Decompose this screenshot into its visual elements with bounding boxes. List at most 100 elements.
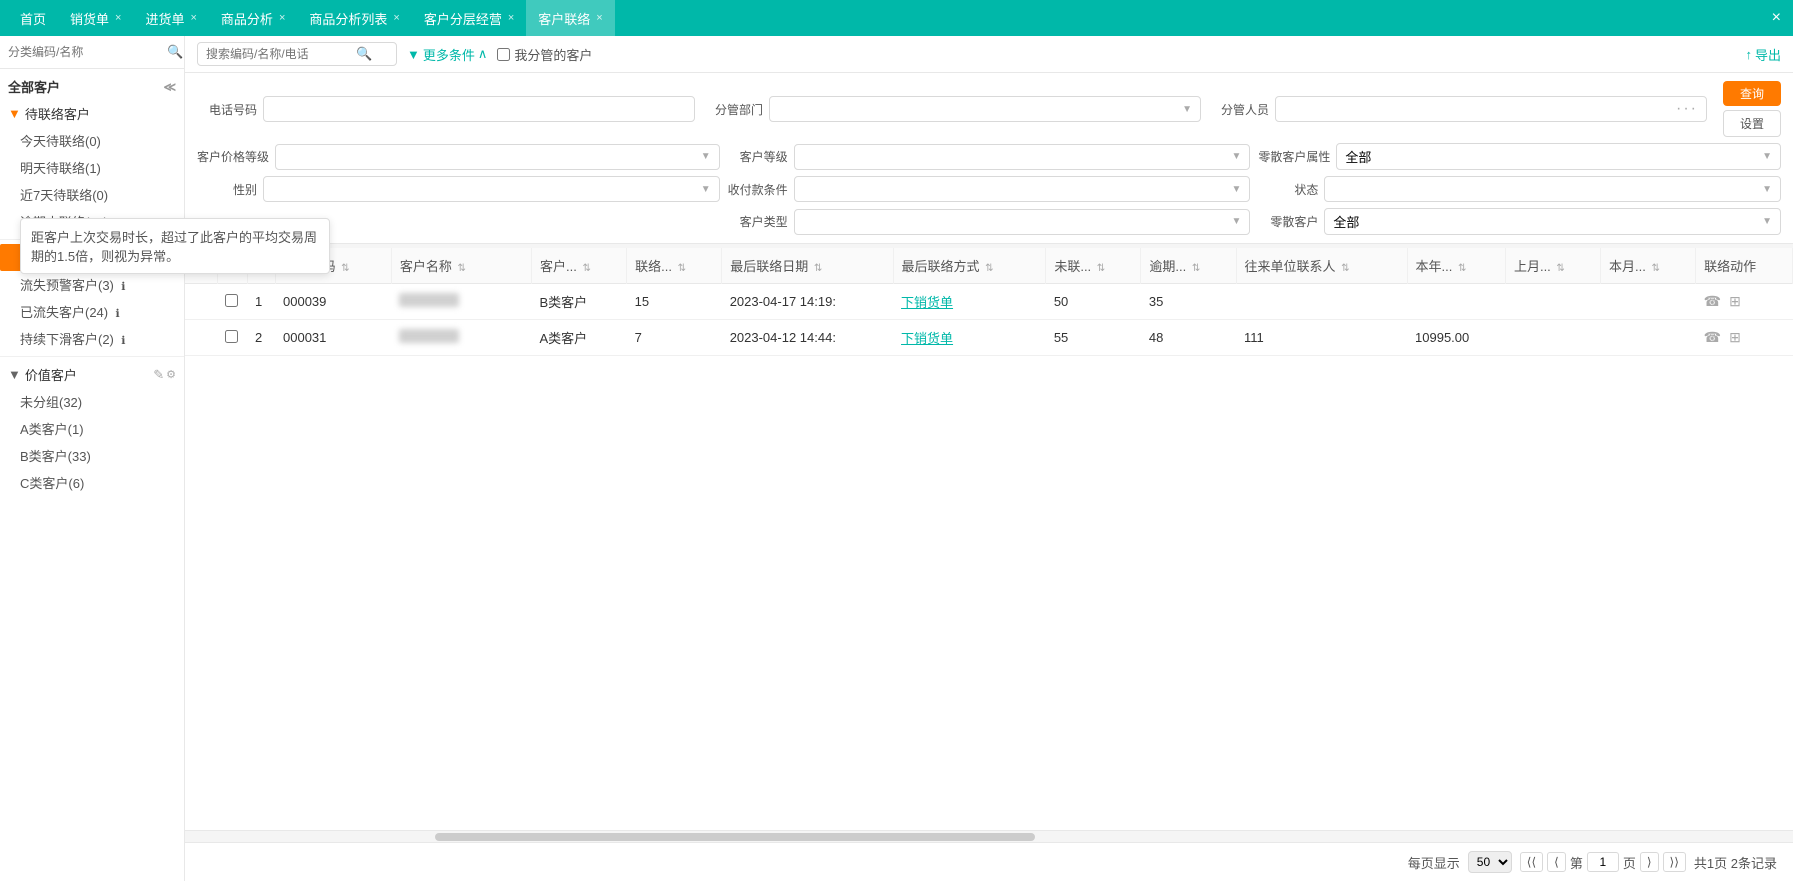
nav-item-product-analysis[interactable]: 商品分析 × <box>209 0 297 36</box>
sidebar-item-ungrouped[interactable]: 未分组(32) <box>0 388 184 415</box>
value-customer-label: 价值客户 <box>25 365 77 384</box>
nav-item-home[interactable]: 首页 <box>8 0 58 36</box>
nav-close-purchase[interactable]: × <box>190 12 196 24</box>
customer-level-select[interactable]: ▼ <box>794 144 1251 170</box>
phone-label: 电话号码 <box>197 101 257 118</box>
7days-label: 近7天待联络(0) <box>20 188 108 203</box>
table-row: 2 000031 A类客户 7 2023-04-12 14:44: 下销货单 5… <box>185 320 1793 356</box>
filter-person-field: 分管人员 ··· <box>1209 96 1707 122</box>
page-last-btn[interactable]: ⟩⟩ <box>1663 852 1686 872</box>
sidebar-item-class-b[interactable]: B类客户(33) <box>0 442 184 469</box>
sidebar-value-customers-row[interactable]: ▼ 价值客户 ✎ ⚙ <box>0 361 184 388</box>
phone-input[interactable] <box>263 96 695 122</box>
person-select[interactable]: ··· <box>1275 96 1707 122</box>
nav-item-purchase[interactable]: 进货单 × <box>133 0 208 36</box>
main-layout: 🔍 全部客户 ≪ ▼ 待联络客户 今天待联络(0) 明天待联络(1) 近7天待联… <box>0 36 1793 881</box>
th-last-month[interactable]: 上月... ⇅ <box>1505 248 1600 284</box>
nav-close-sales[interactable]: × <box>115 12 121 24</box>
row1-checkbox[interactable] <box>217 284 247 320</box>
nav-close-product-analysis-list[interactable]: × <box>393 12 399 24</box>
nav-item-product-analysis-list[interactable]: 商品分析列表 × <box>297 0 411 36</box>
row2-checkbox[interactable] <box>217 320 247 356</box>
sidebar-item-lost-pre[interactable]: 流失预警客户(3) ℹ <box>0 271 184 298</box>
th-last-contact-method[interactable]: 最后联络方式 ⇅ <box>893 248 1046 284</box>
row2-contact: 7 <box>627 320 722 356</box>
th-past-contacts-label: 往来单位联系人 <box>1245 259 1336 274</box>
sidebar-body: 全部客户 ≪ ▼ 待联络客户 今天待联络(0) 明天待联络(1) 近7天待联络(… <box>0 69 184 881</box>
main-search-icon[interactable]: 🔍 <box>356 46 372 62</box>
customer-type-select[interactable]: ▼ <box>794 209 1251 235</box>
value-settings-icon[interactable]: ⚙ <box>166 368 176 381</box>
status-select[interactable]: ▼ <box>1324 176 1781 202</box>
retail-attr-select[interactable]: 全部 ▼ <box>1336 143 1781 170</box>
sidebar-item-declining[interactable]: 持续下滑客户(2) ℹ <box>0 325 184 352</box>
nav-close-customer-segment[interactable]: × <box>508 12 514 24</box>
th-uncontacted[interactable]: 未联... ⇅ <box>1046 248 1141 284</box>
dept-select[interactable]: ▼ <box>769 96 1201 122</box>
class-a-label: A类客户(1) <box>20 422 84 437</box>
page-first-btn[interactable]: ⟨⟨ <box>1520 852 1543 872</box>
window-close-button[interactable]: × <box>1772 9 1781 27</box>
price-level-select[interactable]: ▼ <box>275 144 720 170</box>
th-contact-label: 联络... <box>635 259 672 274</box>
th-last-contact-date[interactable]: 最后联络日期 ⇅ <box>722 248 893 284</box>
row1-lcm-link[interactable]: 下销货单 <box>901 295 953 310</box>
nav-item-customer-segment[interactable]: 客户分层经营 × <box>412 0 526 36</box>
row1-grid-icon[interactable]: ⊞ <box>1729 293 1741 310</box>
payment-select[interactable]: ▼ <box>794 176 1251 202</box>
settings-button[interactable]: 设置 <box>1723 110 1781 137</box>
page-next-btn[interactable]: ⟩ <box>1640 852 1659 872</box>
query-button[interactable]: 查询 <box>1723 81 1781 106</box>
sidebar-item-tomorrow[interactable]: 明天待联络(1) <box>0 154 184 181</box>
price-level-arrow-icon: ▼ <box>701 151 711 162</box>
sidebar-item-class-c[interactable]: C类客户(6) <box>0 469 184 496</box>
nav-label-purchase: 进货单 <box>145 9 184 28</box>
th-this-month[interactable]: 本月... ⇅ <box>1601 248 1696 284</box>
horizontal-scrollbar[interactable] <box>185 830 1793 842</box>
main-search-box: 🔍 <box>197 42 397 66</box>
th-overdue[interactable]: 逾期... ⇅ <box>1141 248 1236 284</box>
page-prev-btn[interactable]: ⟨ <box>1547 852 1566 872</box>
row2-lcm-link[interactable]: 下销货单 <box>901 331 953 346</box>
per-page-label: 每页显示 <box>1408 853 1460 872</box>
my-customers-checkbox-row[interactable]: 我分管的客户 <box>497 45 592 64</box>
dept-arrow-icon: ▼ <box>1182 104 1192 115</box>
sidebar-collapse-icon[interactable]: ≪ <box>163 80 176 94</box>
nav-item-customer-contact[interactable]: 客户联络 × <box>526 0 614 36</box>
status-arrow-icon: ▼ <box>1762 184 1772 195</box>
gender-select[interactable]: ▼ <box>263 176 720 202</box>
nav-item-sales[interactable]: 销货单 × <box>58 0 133 36</box>
th-type[interactable]: 客户... ⇅ <box>532 248 627 284</box>
sidebar-item-already-lost[interactable]: 已流失客户(24) ℹ <box>0 298 184 325</box>
page-label: 第 <box>1570 853 1583 872</box>
th-contact[interactable]: 联络... ⇅ <box>627 248 722 284</box>
nav-close-customer-contact[interactable]: × <box>596 12 602 24</box>
row1-overdue: 35 <box>1141 284 1236 320</box>
sidebar-item-today[interactable]: 今天待联络(0) <box>0 127 184 154</box>
row2-grid-icon[interactable]: ⊞ <box>1729 329 1741 346</box>
retail-attr-value: 全部 <box>1345 147 1371 166</box>
code-sort-icon: ⇅ <box>341 263 349 274</box>
export-btn[interactable]: ↑ 导出 <box>1745 45 1781 64</box>
per-page-select[interactable]: 50 <box>1468 851 1512 873</box>
value-edit-icon[interactable]: ✎ <box>153 367 164 383</box>
sidebar-search-icon[interactable]: 🔍 <box>167 44 183 60</box>
retail-customer-select[interactable]: 全部 ▼ <box>1324 208 1781 235</box>
sidebar-search-input[interactable] <box>8 45 163 59</box>
th-this-year[interactable]: 本年... ⇅ <box>1407 248 1505 284</box>
th-past-contacts[interactable]: 往来单位联系人 ⇅ <box>1236 248 1407 284</box>
row1-phone-icon[interactable]: ☎ <box>1704 293 1721 310</box>
more-conditions-btn[interactable]: ▼ 更多条件 ∧ <box>407 45 487 64</box>
page-input[interactable] <box>1587 852 1619 872</box>
my-customers-checkbox[interactable] <box>497 48 510 61</box>
nav-close-product-analysis[interactable]: × <box>279 12 285 24</box>
th-name[interactable]: 客户名称 ⇅ <box>391 248 531 284</box>
sidebar-item-class-a[interactable]: A类客户(1) <box>0 415 184 442</box>
scrollbar-thumb[interactable] <box>435 833 1035 841</box>
th-this-month-label: 本月... <box>1609 259 1646 274</box>
main-search-input[interactable] <box>206 47 356 61</box>
sidebar-pending-contact-section[interactable]: ▼ 待联络客户 <box>0 100 184 127</box>
sidebar-item-7days[interactable]: 近7天待联络(0) <box>0 181 184 208</box>
retail-attr-label: 零散客户属性 <box>1258 148 1330 165</box>
row2-phone-icon[interactable]: ☎ <box>1704 329 1721 346</box>
